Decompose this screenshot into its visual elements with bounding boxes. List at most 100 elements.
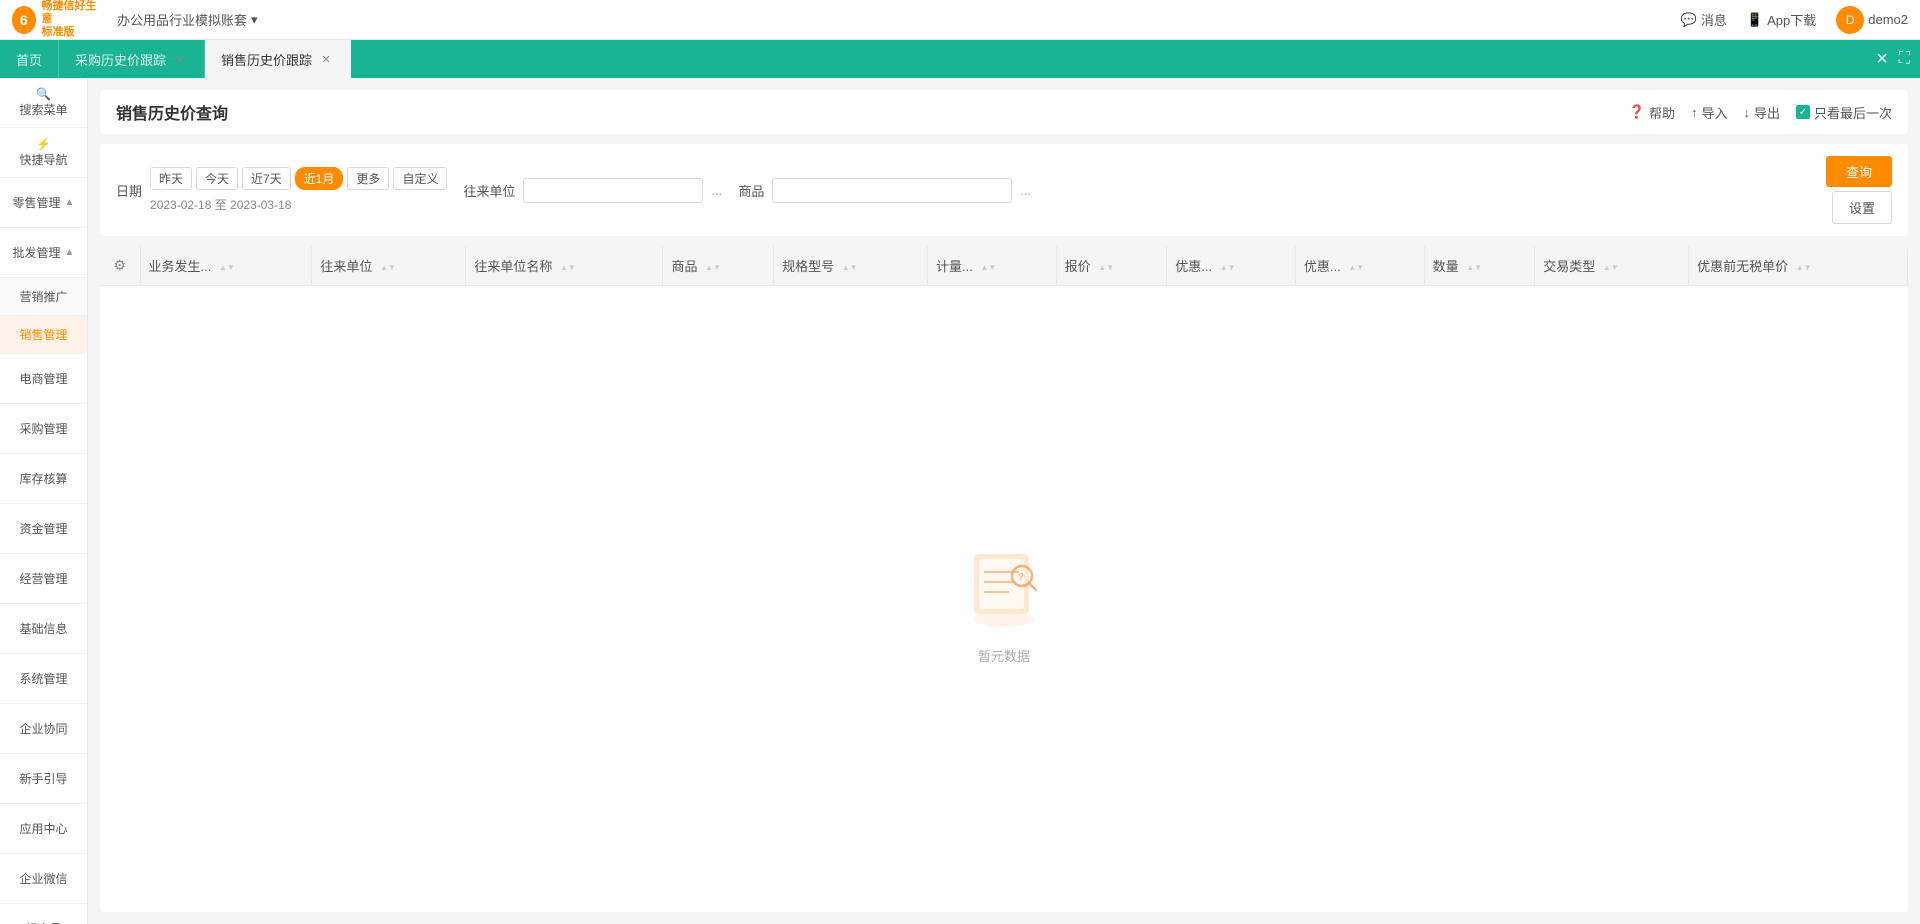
gear-icon[interactable]: ⚙ (113, 257, 126, 273)
col-unit[interactable]: 计量... ▲▼ (927, 246, 1056, 286)
sort-discount2[interactable]: ▲▼ (1348, 263, 1364, 272)
tab-purchase-history-close[interactable]: ✕ (172, 51, 188, 67)
col-product[interactable]: 商品 ▲▼ (663, 246, 774, 286)
col-trade-type[interactable]: 交易类型 ▲▼ (1535, 246, 1689, 286)
table-header-row: ⚙ 业务发生... ▲▼ 往来单位 ▲▼ 往来单位名称 ▲▼ (100, 246, 1908, 286)
col-settings[interactable]: ⚙ (100, 246, 140, 286)
help-btn[interactable]: ❓ 帮助 (1629, 103, 1675, 122)
col-partner-name[interactable]: 往来单位名称 ▲▼ (466, 246, 663, 286)
sort-unit[interactable]: ▲▼ (980, 263, 996, 272)
sort-quoted-price[interactable]: ▲▼ (1098, 263, 1114, 272)
sidebar-item-operation-mgmt[interactable]: 经营管理 (0, 554, 87, 604)
data-table: ⚙ 业务发生... ▲▼ 往来单位 ▲▼ 往来单位名称 ▲▼ (100, 246, 1908, 286)
col-discount1[interactable]: 优惠... ▲▼ (1167, 246, 1296, 286)
col-biz-date[interactable]: 业务发生... ▲▼ (140, 246, 312, 286)
date-btn-more[interactable]: 更多 (347, 167, 389, 190)
app-download-label: App下载 (1767, 10, 1816, 29)
product-filter-input[interactable] (772, 178, 1012, 203)
tab-purchase-history-label: 采购历史价跟踪 (75, 50, 166, 69)
col-quoted-price[interactable]: 报价 ▲▼ (1056, 246, 1167, 286)
sidebar-item-fund-mgmt[interactable]: 资金管理 (0, 504, 87, 554)
product-filter-dots[interactable]: ... (1020, 183, 1031, 198)
empty-illustration: ? (954, 534, 1054, 634)
col-pre-tax-price[interactable]: 优惠前无税单价 ▲▼ (1689, 246, 1908, 286)
sidebar-item-quick-nav-label: ⚡ (36, 137, 51, 151)
sidebar-item-marketing[interactable]: 营销推广 (0, 278, 87, 316)
date-btn-last1month[interactable]: 近1月 (295, 167, 344, 190)
tab-home[interactable]: 首页 (0, 40, 59, 78)
page-header: 销售历史价查询 ❓ 帮助 ↑ 导入 ↓ 导出 ✓ 只看最后一次 (100, 90, 1908, 134)
sort-discount1[interactable]: ▲▼ (1220, 263, 1236, 272)
date-buttons: 昨天 今天 近7天 近1月 更多 自定义 (150, 167, 447, 190)
import-btn[interactable]: ↑ 导入 (1691, 103, 1728, 122)
sidebar: 🔍 搜索菜单 ⚡ 快捷导航 零售管理 ▲ 批发管理 ▲ 营销推广 销售管理 电商… (0, 78, 88, 924)
col-spec[interactable]: 规格型号 ▲▼ (774, 246, 928, 286)
svg-text:?: ? (1018, 572, 1024, 583)
empty-state: ? 暂元数据 (100, 286, 1908, 912)
sidebar-item-inventory-calc[interactable]: 库存核算 (0, 454, 87, 504)
partner-filter-dots[interactable]: ... (711, 183, 722, 198)
table-container: ⚙ 业务发生... ▲▼ 往来单位 ▲▼ 往来单位名称 ▲▼ (100, 246, 1908, 912)
logo-icon: 6 (12, 6, 36, 34)
tab-sales-history-close[interactable]: ✕ (318, 51, 334, 67)
sidebar-item-sales-mgmt[interactable]: 销售管理 (0, 316, 87, 354)
sidebar-item-system-mgmt[interactable]: 系统管理 (0, 654, 87, 704)
app-download-btn[interactable]: 📱 App下载 (1747, 10, 1816, 29)
date-btn-today[interactable]: 今天 (196, 167, 238, 190)
partner-filter-label: 往来单位 (463, 181, 515, 200)
export-icon: ↓ (1743, 105, 1750, 120)
only-last-checkbox[interactable]: ✓ 只看最后一次 (1796, 103, 1892, 122)
wholesale-mgmt-arrow: ▲ (65, 247, 75, 258)
sidebar-item-ecommerce-mgmt[interactable]: 电商管理 (0, 354, 87, 404)
export-btn[interactable]: ↓ 导出 (1743, 103, 1780, 122)
sort-partner-code[interactable]: ▲▼ (380, 263, 396, 272)
settings-btn[interactable]: 设置 (1832, 191, 1892, 224)
partner-filter-input[interactable] (523, 178, 703, 203)
sort-spec[interactable]: ▲▼ (842, 263, 858, 272)
col-discount2[interactable]: 优惠... ▲▼ (1295, 246, 1424, 286)
date-btn-custom[interactable]: 自定义 (393, 167, 447, 190)
sort-quantity[interactable]: ▲▼ (1466, 263, 1482, 272)
top-bar: 6 畅捷信好生意 标准版 办公用品行业模拟账套 ▾ 💬 消息 📱 App下载 D… (0, 0, 1920, 40)
import-label: 导入 (1701, 103, 1727, 122)
workspace-selector[interactable]: 办公用品行业模拟账套 ▾ (109, 6, 266, 33)
sidebar-item-enterprise-wechat[interactable]: 企业微信 (0, 854, 87, 904)
table-header: ⚙ 业务发生... ▲▼ 往来单位 ▲▼ 往来单位名称 ▲▼ (100, 246, 1908, 286)
sidebar-item-enterprise-coop[interactable]: 企业协同 (0, 704, 87, 754)
tab-close-all-icon[interactable]: ✕ (1875, 49, 1888, 69)
date-btn-last7days[interactable]: 近7天 (242, 167, 291, 190)
col-quantity[interactable]: 数量 ▲▼ (1424, 246, 1535, 286)
col-partner-code[interactable]: 往来单位 ▲▼ (312, 246, 466, 286)
tab-sales-history[interactable]: 销售历史价跟踪 ✕ (205, 40, 351, 78)
sidebar-item-retail-mgmt[interactable]: 零售管理 ▲ (0, 178, 87, 228)
sidebar-item-basic-info[interactable]: 基础信息 (0, 604, 87, 654)
logo-area: 6 畅捷信好生意 标准版 (12, 0, 97, 39)
sort-trade-type[interactable]: ▲▼ (1603, 263, 1619, 272)
tab-fullscreen-icon[interactable]: ⛶ (1899, 50, 1910, 68)
retail-mgmt-arrow: ▲ (65, 197, 75, 208)
tab-sales-history-label: 销售历史价跟踪 (221, 50, 312, 69)
sort-product[interactable]: ▲▼ (705, 263, 721, 272)
import-icon: ↑ (1691, 105, 1698, 120)
sort-partner-name[interactable]: ▲▼ (560, 263, 576, 272)
sidebar-item-purchase-mgmt[interactable]: 采购管理 (0, 404, 87, 454)
top-bar-right: 💬 消息 📱 App下载 D demo2 (1681, 6, 1908, 34)
user-area[interactable]: D demo2 (1836, 6, 1908, 34)
sort-biz-date[interactable]: ▲▼ (219, 263, 235, 272)
app-download-icon: 📱 (1747, 12, 1763, 28)
sidebar-item-search-menu[interactable]: 🔍 搜索菜单 (0, 78, 87, 128)
date-btn-yesterday[interactable]: 昨天 (150, 167, 192, 190)
sidebar-item-quick-nav[interactable]: ⚡ 快捷导航 (0, 128, 87, 178)
help-label: 帮助 (1649, 103, 1675, 122)
only-last-check-icon[interactable]: ✓ (1796, 105, 1810, 119)
date-filter-col: 昨天 今天 近7天 近1月 更多 自定义 2023-02-18 至 2023-0… (150, 167, 447, 213)
message-btn[interactable]: 💬 消息 (1681, 10, 1727, 29)
sidebar-item-wholesale-mgmt[interactable]: 批发管理 ▲ (0, 228, 87, 278)
sidebar-item-app-center[interactable]: 应用中心 (0, 804, 87, 854)
search-btn[interactable]: 查询 (1826, 156, 1892, 187)
sidebar-item-new-guide[interactable]: 新手引导 (0, 754, 87, 804)
sidebar-item-member[interactable]: 畅会员 (0, 904, 87, 924)
export-label: 导出 (1754, 103, 1780, 122)
tab-purchase-history[interactable]: 采购历史价跟踪 ✕ (59, 40, 205, 78)
sort-pre-tax-price[interactable]: ▲▼ (1796, 263, 1812, 272)
